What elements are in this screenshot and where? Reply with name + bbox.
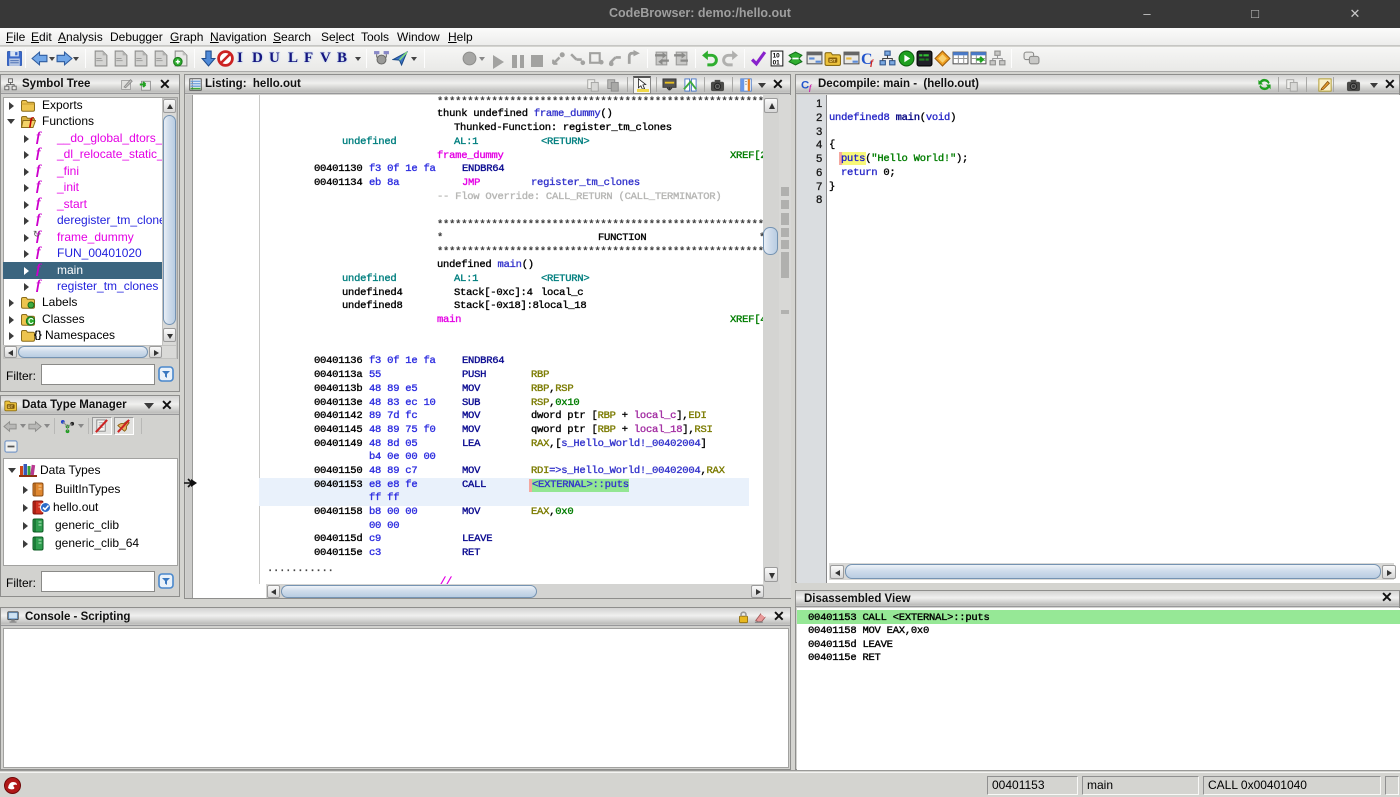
svg-text:f: f xyxy=(809,83,813,92)
svg-text:C: C xyxy=(801,80,809,92)
svg-text:f: f xyxy=(870,58,874,67)
svg-text:DT: DT xyxy=(8,404,14,409)
svg-text:01: 01 xyxy=(773,59,781,66)
svg-text:DT: DT xyxy=(829,58,835,64)
svg-text:C: C xyxy=(28,317,34,326)
